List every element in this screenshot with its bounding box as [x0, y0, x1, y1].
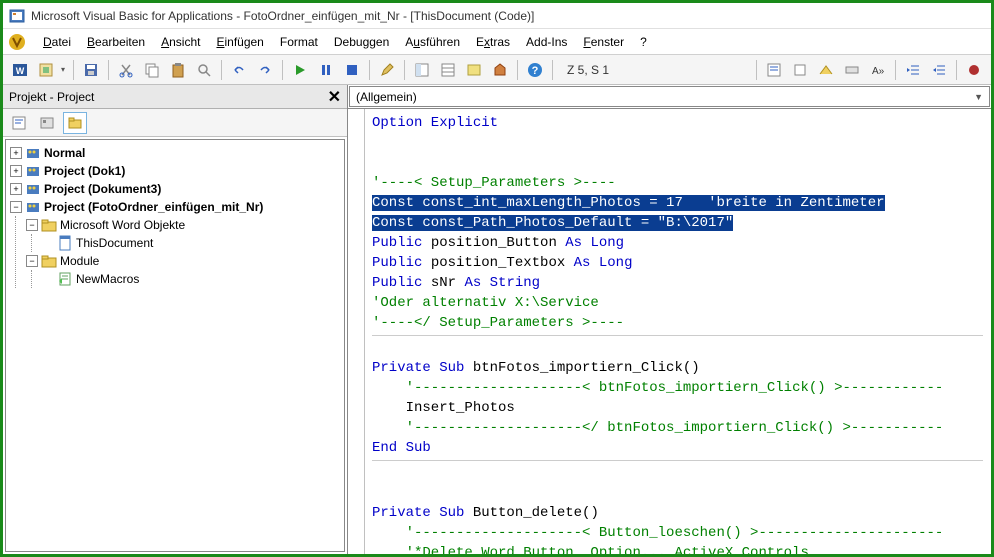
expand-icon[interactable]: +	[10, 147, 22, 159]
tree-node-dokument3[interactable]: + Project (Dokument3)	[8, 180, 342, 198]
tree-node-newmacros[interactable]: NewMacros	[40, 270, 342, 288]
tree-node-thisdocument[interactable]: ThisDocument	[40, 234, 342, 252]
tree-node-foto[interactable]: − Project (FotoOrdner_einfügen_mit_Nr)	[8, 198, 342, 216]
menu-einfuegen[interactable]: Einfügen	[210, 32, 269, 52]
find-button[interactable]	[193, 59, 215, 81]
vba-logo-icon	[7, 32, 27, 52]
menu-addins[interactable]: Add-Ins	[520, 32, 573, 52]
properties-button[interactable]	[437, 59, 459, 81]
menu-format[interactable]: Format	[274, 32, 324, 52]
outdent-button[interactable]	[928, 59, 950, 81]
list-properties-button[interactable]	[763, 59, 785, 81]
project-icon	[25, 181, 41, 197]
expand-icon[interactable]: +	[10, 165, 22, 177]
window-title: Microsoft Visual Basic for Applications …	[31, 9, 534, 23]
folder-icon	[41, 217, 57, 233]
view-word-button[interactable]: W	[9, 59, 31, 81]
parameter-info-button[interactable]	[841, 59, 863, 81]
object-browser-button[interactable]	[463, 59, 485, 81]
paste-button[interactable]	[167, 59, 189, 81]
project-explorer-toolbar	[3, 109, 347, 137]
project-explorer-title: Projekt - Project	[9, 90, 94, 104]
menu-ansicht[interactable]: Ansicht	[155, 32, 206, 52]
project-explorer-pane: Projekt - Project ✕ + Normal + Project (…	[3, 85, 348, 554]
project-explorer-header: Projekt - Project ✕	[3, 85, 347, 109]
copy-button[interactable]	[141, 59, 163, 81]
list-constants-button[interactable]	[789, 59, 811, 81]
tree-node-normal[interactable]: + Normal	[8, 144, 342, 162]
quick-info-button[interactable]	[815, 59, 837, 81]
collapse-icon[interactable]: −	[10, 201, 22, 213]
tree-node-module[interactable]: − Module	[24, 252, 342, 270]
project-icon	[25, 199, 41, 215]
svg-text:W: W	[16, 66, 25, 76]
reset-button[interactable]	[341, 59, 363, 81]
project-tree[interactable]: + Normal + Project (Dok1) + Project (Dok…	[5, 139, 345, 552]
dropdown-arrow-icon: ▼	[974, 92, 983, 102]
menu-debuggen[interactable]: Debuggen	[328, 32, 395, 52]
tree-node-word-objekte[interactable]: − Microsoft Word Objekte	[24, 216, 342, 234]
complete-word-button[interactable]: A»	[867, 59, 889, 81]
project-icon	[25, 145, 41, 161]
save-button[interactable]	[80, 59, 102, 81]
cursor-position: Z 5, S 1	[559, 63, 617, 77]
toolbox-button[interactable]	[489, 59, 511, 81]
code-dropdown-bar: (Allgemein) ▼	[348, 85, 991, 109]
object-dropdown-value: (Allgemein)	[356, 90, 417, 104]
undo-button[interactable]	[228, 59, 250, 81]
menu-bearbeiten[interactable]: Bearbeiten	[81, 32, 151, 52]
module-icon	[57, 271, 73, 287]
indent-button[interactable]	[902, 59, 924, 81]
project-icon	[25, 163, 41, 179]
code-pane: (Allgemein) ▼ Option Explicit '----< Set…	[348, 85, 991, 554]
svg-text:A»: A»	[872, 66, 885, 77]
expand-icon[interactable]: +	[10, 183, 22, 195]
code-editor[interactable]: Option Explicit '----< Setup_Parameters …	[348, 109, 991, 554]
collapse-icon[interactable]: −	[26, 219, 38, 231]
view-code-button[interactable]	[7, 112, 31, 134]
tree-node-dok1[interactable]: + Project (Dok1)	[8, 162, 342, 180]
menu-fenster[interactable]: Fenster	[577, 32, 630, 52]
project-explorer-close-button[interactable]: ✕	[328, 87, 341, 107]
view-object-button[interactable]	[35, 112, 59, 134]
run-button[interactable]	[289, 59, 311, 81]
menu-datei[interactable]: Datei	[37, 32, 77, 52]
break-button[interactable]	[315, 59, 337, 81]
menu-ausfuehren[interactable]: Ausführen	[399, 32, 466, 52]
menu-extras[interactable]: Extras	[470, 32, 516, 52]
title-bar: Microsoft Visual Basic for Applications …	[3, 3, 991, 29]
menu-bar: Datei Bearbeiten Ansicht Einfügen Format…	[3, 29, 991, 55]
menu-hilfe[interactable]: ?	[634, 32, 653, 52]
cut-button[interactable]	[115, 59, 137, 81]
app-icon	[9, 8, 25, 24]
help-button[interactable]: ?	[524, 59, 546, 81]
toggle-breakpoint-button[interactable]	[963, 59, 985, 81]
redo-button[interactable]	[254, 59, 276, 81]
svg-text:?: ?	[532, 65, 539, 77]
toggle-folders-button[interactable]	[63, 112, 87, 134]
document-icon	[57, 235, 73, 251]
insert-dropdown-icon[interactable]: ▾	[61, 65, 67, 74]
project-explorer-button[interactable]	[411, 59, 433, 81]
collapse-icon[interactable]: −	[26, 255, 38, 267]
object-dropdown[interactable]: (Allgemein) ▼	[349, 86, 990, 107]
folder-icon	[41, 253, 57, 269]
main-toolbar: W ▾ ? Z 5, S 1 A»	[3, 55, 991, 85]
insert-button[interactable]	[35, 59, 57, 81]
design-mode-button[interactable]	[376, 59, 398, 81]
